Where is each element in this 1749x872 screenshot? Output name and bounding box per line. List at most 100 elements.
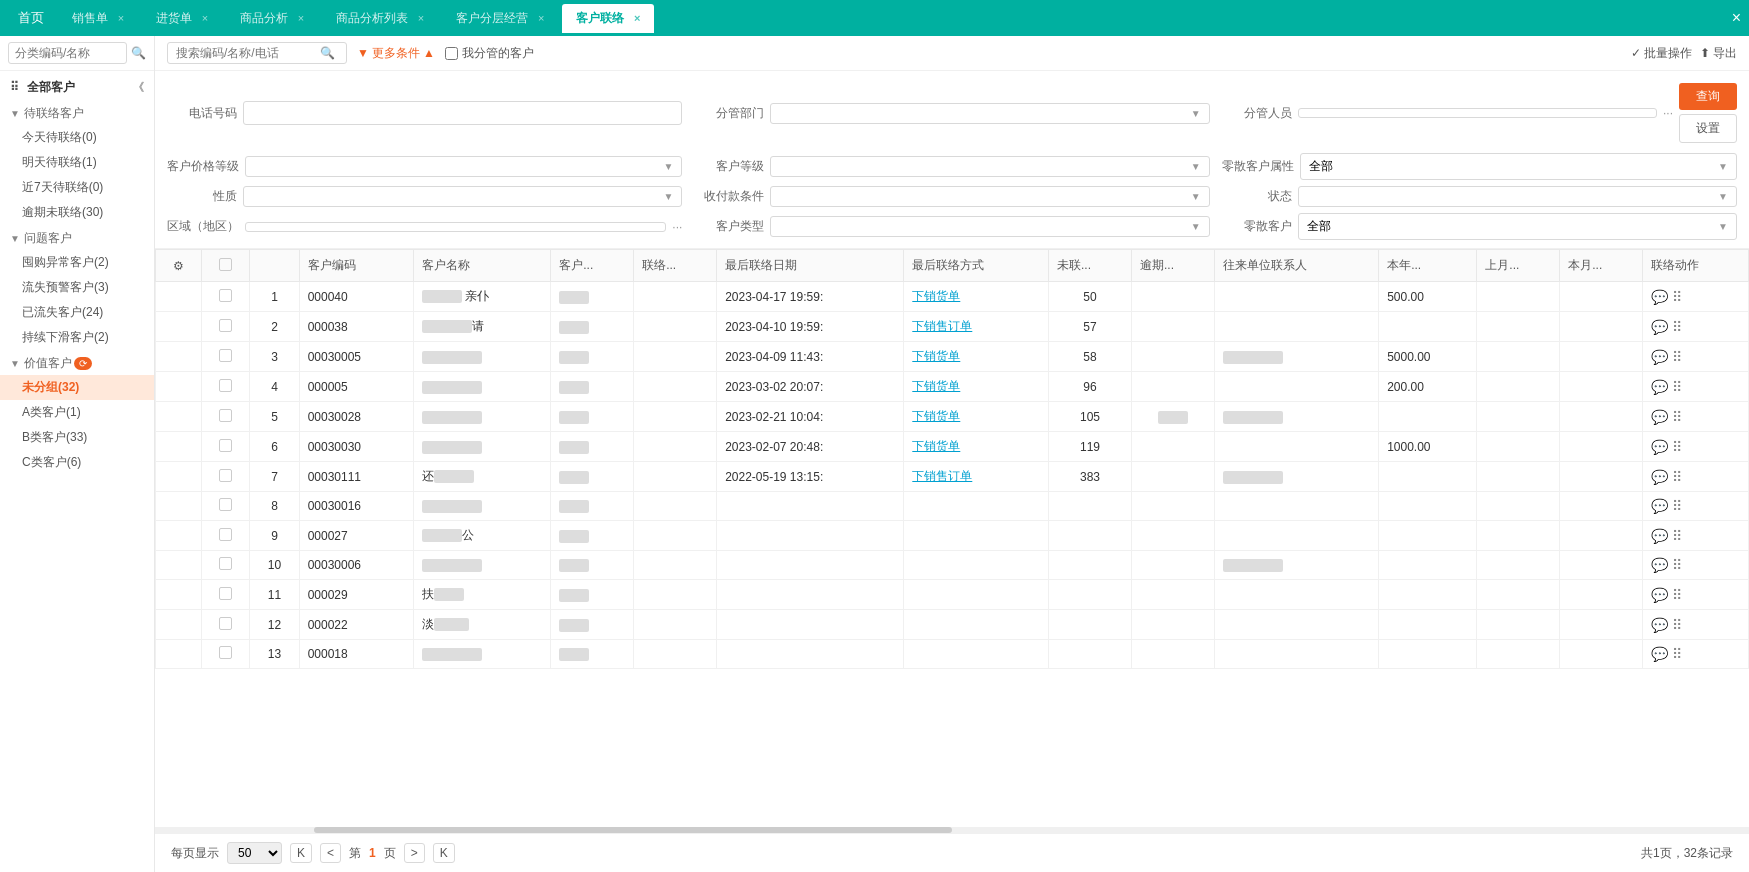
last-way-link[interactable]: 下销售订单 [912,319,972,333]
phone-input[interactable] [243,101,682,125]
col-settings[interactable]: ⚙ [156,250,202,282]
check-cell[interactable] [201,432,250,462]
col-unit-contact[interactable]: 往来单位联系人 [1214,250,1378,282]
col-this-month[interactable]: 本月... [1560,250,1643,282]
tab-sales[interactable]: 销售单 × [58,4,138,33]
section-problem-customers[interactable]: ▼ 问题客户 [0,225,154,250]
chat-icon[interactable]: 💬 [1651,409,1668,425]
more-icon[interactable]: ⠿ [1672,587,1682,603]
col-check[interactable] [201,250,250,282]
last-way-cell[interactable]: 下销货单 [904,402,1049,432]
close-goods-analysis-tab[interactable]: × [298,12,304,24]
chat-icon[interactable]: 💬 [1651,289,1668,305]
sidebar-item-a-class[interactable]: A类客户(1) [0,400,154,425]
col-last-date[interactable]: 最后联络日期 [717,250,904,282]
nature-select[interactable]: ▼ [243,186,682,207]
customer-type-select[interactable]: ▼ [770,216,1209,237]
more-icon[interactable]: ⠿ [1672,439,1682,455]
last-way-link[interactable]: 下销售订单 [912,469,972,483]
first-page-btn[interactable]: K [290,843,312,863]
last-way-cell[interactable] [904,610,1049,640]
next-page-btn[interactable]: > [404,843,425,863]
last-way-cell[interactable]: 下销售订单 [904,462,1049,492]
tab-customer-contact[interactable]: 客户联络 × [562,4,654,33]
last-way-link[interactable]: 下销货单 [912,439,960,453]
last-way-link[interactable]: 下销货单 [912,349,960,363]
row-checkbox[interactable] [219,349,232,362]
payment-select[interactable]: ▼ [770,186,1209,207]
check-cell[interactable] [201,462,250,492]
col-overdue[interactable]: 逾期... [1131,250,1214,282]
last-way-link[interactable]: 下销货单 [912,379,960,393]
sidebar-item-c-class[interactable]: C类客户(6) [0,450,154,475]
check-cell[interactable] [201,521,250,551]
check-cell[interactable] [201,640,250,669]
scatter-attr-select[interactable]: 全部 ▼ [1300,153,1737,180]
row-checkbox[interactable] [219,646,232,659]
region-select[interactable] [245,222,666,232]
tab-goods-analysis[interactable]: 商品分析 × [226,4,318,33]
sidebar-item-churned[interactable]: 已流失客户(24) [0,300,154,325]
last-way-link[interactable]: 下销货单 [912,289,960,303]
last-way-cell[interactable] [904,551,1049,580]
check-cell[interactable] [201,610,250,640]
more-icon[interactable]: ⠿ [1672,646,1682,662]
last-way-link[interactable]: 下销货单 [912,409,960,423]
all-customers-header[interactable]: ⠿ 全部客户 《 [0,71,154,100]
check-cell[interactable] [201,551,250,580]
sidebar-search-icon[interactable]: 🔍 [131,46,146,60]
home-tab[interactable]: 首页 [8,9,54,27]
close-all-btn[interactable]: × [1732,9,1741,27]
last-page-btn[interactable]: K [433,843,455,863]
dept-select[interactable]: ▼ [770,103,1209,124]
sidebar-item-hoarding[interactable]: 囤购异常客户(2) [0,250,154,275]
row-checkbox[interactable] [219,319,232,332]
close-customer-contact-tab[interactable]: × [634,12,640,24]
row-checkbox[interactable] [219,379,232,392]
more-icon[interactable]: ⠿ [1672,289,1682,305]
last-way-cell[interactable] [904,580,1049,610]
close-customer-layers-tab[interactable]: × [538,12,544,24]
row-checkbox[interactable] [219,557,232,570]
row-checkbox[interactable] [219,498,232,511]
more-icon[interactable]: ⠿ [1672,498,1682,514]
check-cell[interactable] [201,372,250,402]
last-way-cell[interactable] [904,640,1049,669]
sidebar-item-7days[interactable]: 近7天待联络(0) [0,175,154,200]
person-select[interactable] [1298,108,1657,118]
sidebar-item-tomorrow[interactable]: 明天待联络(1) [0,150,154,175]
tab-goods-analysis-list[interactable]: 商品分析列表 × [322,4,438,33]
sidebar-item-overdue[interactable]: 逾期未联络(30) [0,200,154,225]
check-cell[interactable] [201,402,250,432]
chat-icon[interactable]: 💬 [1651,587,1668,603]
customer-level-select[interactable]: ▼ [770,156,1209,177]
chat-icon[interactable]: 💬 [1651,498,1668,514]
more-icon[interactable]: ⠿ [1672,557,1682,573]
check-cell[interactable] [201,492,250,521]
check-cell[interactable] [201,282,250,312]
region-dots[interactable]: ··· [672,220,682,234]
more-icon[interactable]: ⠿ [1672,409,1682,425]
chat-icon[interactable]: 💬 [1651,469,1668,485]
my-customers-check[interactable] [445,47,458,60]
last-way-cell[interactable] [904,492,1049,521]
last-way-cell[interactable] [904,521,1049,551]
sidebar-item-b-class[interactable]: B类客户(33) [0,425,154,450]
my-customers-checkbox[interactable]: 我分管的客户 [445,45,534,62]
price-level-select[interactable]: ▼ [245,156,682,177]
chat-icon[interactable]: 💬 [1651,349,1668,365]
batch-op-btn[interactable]: ✓ 批量操作 [1631,45,1692,62]
last-way-cell[interactable]: 下销货单 [904,372,1049,402]
sidebar-item-today[interactable]: 今天待联络(0) [0,125,154,150]
more-icon[interactable]: ⠿ [1672,319,1682,335]
chat-icon[interactable]: 💬 [1651,617,1668,633]
chat-icon[interactable]: 💬 [1651,557,1668,573]
col-contact[interactable]: 联络... [634,250,717,282]
close-goods-analysis-list-tab[interactable]: × [418,12,424,24]
close-sales-tab[interactable]: × [118,12,124,24]
search-button[interactable]: 查询 [1679,83,1737,110]
last-way-cell[interactable]: 下销货单 [904,342,1049,372]
more-icon[interactable]: ⠿ [1672,349,1682,365]
more-icon[interactable]: ⠿ [1672,617,1682,633]
section-value-customers[interactable]: ▼ 价值客户 ⟳ [0,350,154,375]
